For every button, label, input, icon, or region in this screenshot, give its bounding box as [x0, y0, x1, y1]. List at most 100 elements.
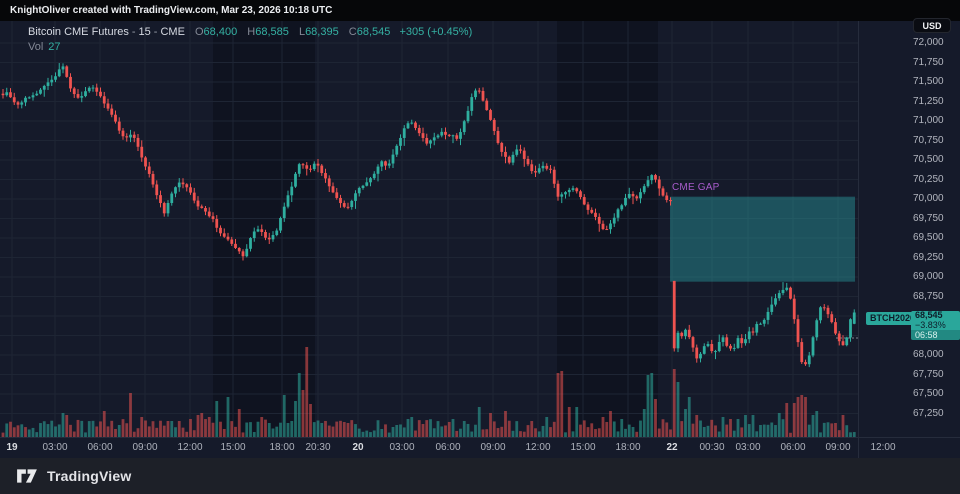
time-tick-label: 06:00: [87, 442, 113, 453]
candle-body: [612, 217, 616, 224]
candle-body: [477, 90, 481, 92]
volume-bar: [485, 429, 489, 437]
candle-body: [837, 333, 841, 342]
volume-bar: [61, 413, 65, 437]
candle-body: [642, 186, 646, 193]
candle-body: [616, 209, 620, 218]
volume-label: Vol: [28, 41, 44, 53]
volume-bar: [725, 424, 729, 437]
candle-body: [451, 135, 455, 137]
volume-bar: [654, 399, 657, 437]
candle-body: [245, 248, 249, 257]
volume-bar: [346, 423, 350, 437]
volume-bar: [567, 407, 571, 437]
volume-bar: [46, 424, 50, 437]
volume-bar: [672, 369, 676, 437]
volume-bar: [560, 371, 564, 437]
volume-bar: [631, 427, 635, 437]
volume-bar: [575, 407, 579, 437]
candle-body: [466, 110, 470, 122]
interval-value[interactable]: 15: [139, 26, 151, 38]
volume-bar: [65, 415, 69, 437]
volume-bar: [830, 423, 834, 437]
candle-body: [564, 192, 567, 195]
candle-body: [852, 312, 856, 324]
time-tick-label: 03:00: [735, 442, 761, 453]
legend-volume-row[interactable]: Vol 27: [28, 40, 472, 54]
candle-body: [725, 337, 729, 346]
candle-body: [575, 188, 579, 192]
cme-gap-annotation[interactable]: CME GAP: [672, 182, 720, 193]
title-bar: KnightOliver created with TradingView.co…: [0, 0, 960, 21]
candle-body: [657, 179, 661, 189]
volume-bar: [721, 417, 725, 437]
volume-bar: [706, 425, 710, 437]
candle-body: [140, 146, 144, 158]
candle-body: [42, 85, 46, 90]
candle-body: [699, 353, 702, 359]
candle-body: [676, 332, 680, 349]
brand-name[interactable]: TradingView: [47, 468, 131, 484]
symbol-name[interactable]: Bitcoin CME Futures: [28, 26, 129, 38]
volume-bar: [275, 426, 279, 437]
volume-bar: [9, 421, 12, 437]
volume-bar: [507, 420, 511, 437]
volume-bar: [121, 419, 125, 437]
volume-bar: [342, 422, 346, 437]
volume-bar: [222, 428, 226, 437]
candle-body: [759, 323, 762, 325]
price-tick-label: 67,750: [913, 368, 944, 380]
time-tick-label: 06:00: [435, 442, 461, 453]
time-axis[interactable]: 19 03:00 06:00 09:00 12:00 15:00 18:00 20:30 20 0…: [0, 437, 960, 458]
legend-symbol-row[interactable]: Bitcoin CME Futures -15- CME O68,400 H68,5…: [28, 25, 472, 39]
candle-body: [226, 236, 230, 240]
candle-body: [492, 119, 496, 131]
candle-body: [200, 206, 204, 209]
time-tick-label: 00:30: [699, 442, 725, 453]
candle-body: [762, 319, 766, 324]
time-tick-label: 06:00: [780, 442, 806, 453]
candle-body: [541, 165, 545, 169]
volume-bar: [620, 419, 624, 437]
time-tick-label: 18:00: [615, 442, 641, 453]
candle-body: [196, 200, 200, 207]
candle-body: [740, 338, 744, 344]
volume-bar: [759, 425, 762, 437]
candle-body: [65, 66, 69, 77]
volume-bar: [320, 423, 324, 437]
candle-body: [474, 90, 477, 98]
volume-bar: [744, 415, 747, 437]
tradingview-logo-icon[interactable]: [16, 468, 38, 484]
price-tick-label: 71,750: [913, 56, 944, 68]
candle-body: [556, 183, 560, 197]
candle-body: [609, 223, 612, 230]
volume-bar: [477, 407, 481, 437]
currency-button[interactable]: USD: [913, 18, 951, 33]
volume-bar: [429, 419, 432, 437]
volume-bar: [481, 429, 485, 437]
candle-body: [399, 137, 402, 146]
volume-bar: [316, 420, 320, 437]
candle-body: [159, 195, 162, 204]
volume-bar: [301, 390, 305, 437]
volume-bar: [807, 424, 811, 437]
candle-body: [95, 87, 99, 92]
candle-body: [215, 219, 219, 228]
cme-gap-rectangle[interactable]: [670, 196, 855, 282]
candle-body: [177, 182, 181, 188]
volume-bar: [380, 429, 384, 437]
candle-body: [271, 235, 275, 240]
volume-bar: [267, 423, 271, 437]
candlestick-chart[interactable]: [0, 21, 858, 437]
volume-bar: [417, 420, 421, 437]
candle-body: [687, 329, 691, 338]
volume-bar: [710, 419, 714, 437]
candle-body: [1, 93, 5, 96]
volume-bar: [91, 420, 95, 437]
time-tick-label: 09:00: [825, 442, 851, 453]
volume-bar: [665, 422, 669, 437]
volume-bar: [601, 417, 605, 437]
candle-body: [661, 188, 665, 196]
volume-bar: [357, 428, 361, 437]
volume-bar: [297, 373, 301, 437]
